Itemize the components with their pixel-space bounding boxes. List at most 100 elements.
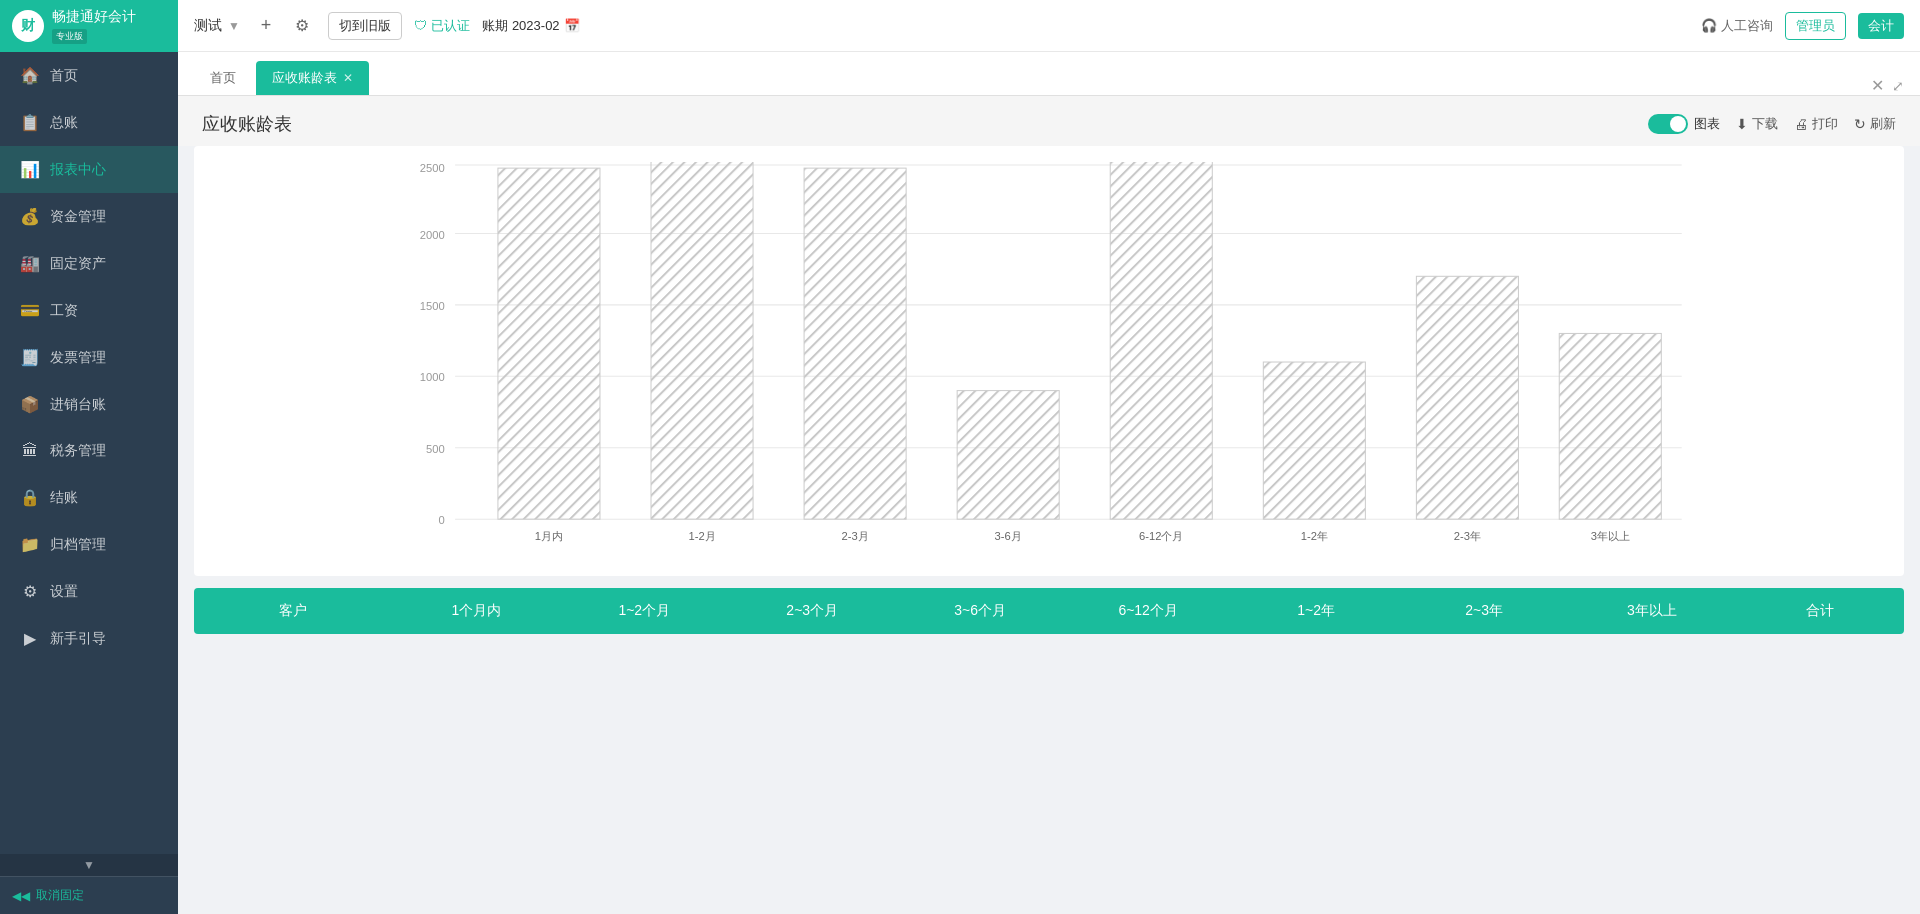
svg-text:2-3年: 2-3年 — [1454, 530, 1481, 542]
app-name: 畅捷通好会计 — [52, 8, 136, 25]
print-button[interactable]: 🖨 打印 — [1794, 115, 1838, 133]
tabbar: 首页 应收账龄表 ✕ ✕ ⤢ — [178, 52, 1920, 96]
download-icon: ⬇ — [1736, 116, 1748, 132]
tab-aging-label: 应收账龄表 — [272, 69, 337, 87]
sidebar-label-payroll: 工资 — [50, 302, 78, 320]
col-2-3months: 2~3个月 — [728, 588, 896, 634]
svg-rect-14 — [651, 162, 753, 519]
project-chevron-icon: ▼ — [228, 19, 240, 33]
sidebar-label-assets: 固定资产 — [50, 255, 106, 273]
svg-rect-22 — [1263, 362, 1365, 519]
sidebar-item-settings[interactable]: ⚙ 设置 — [0, 568, 178, 615]
archive-icon: 📁 — [20, 535, 40, 554]
calendar-icon[interactable]: 📅 — [564, 18, 580, 33]
tab-close-icon[interactable]: ✕ — [343, 71, 353, 85]
sidebar-label-guide: 新手引导 — [50, 630, 106, 648]
sidebar-label-invoices: 发票管理 — [50, 349, 106, 367]
verified-label: 已认证 — [431, 17, 470, 35]
svg-text:500: 500 — [426, 443, 445, 455]
sidebar-label-ledger: 总账 — [50, 114, 78, 132]
assets-icon: 🏭 — [20, 254, 40, 273]
chart-toggle[interactable] — [1648, 114, 1688, 134]
scroll-down-btn[interactable]: ▼ — [83, 858, 95, 872]
headset-icon: 🎧 — [1701, 18, 1717, 33]
sidebar-label-settings: 设置 — [50, 583, 78, 601]
topbar: 测试 ▼ + ⚙ 切到旧版 🛡 已认证 账期 2023-02 📅 🎧 人工咨询 … — [178, 0, 1920, 52]
period-value: 2023-02 — [512, 18, 560, 33]
sidebar-item-payroll[interactable]: 💳 工资 — [0, 287, 178, 334]
svg-rect-16 — [804, 168, 906, 519]
sidebar-label-tax: 税务管理 — [50, 442, 106, 460]
support-button[interactable]: 🎧 人工咨询 — [1701, 17, 1773, 35]
guide-icon: ▶ — [20, 629, 40, 648]
project-settings-button[interactable]: ⚙ — [288, 12, 316, 40]
svg-text:2500: 2500 — [420, 162, 445, 174]
close-all-tabs-button[interactable]: ✕ — [1871, 76, 1884, 95]
col-1month: 1个月内 — [392, 588, 560, 634]
pin-icon: ◀◀ — [12, 889, 30, 903]
sidebar-item-invoices[interactable]: 🧾 发票管理 — [0, 334, 178, 381]
logo-icon: 财 — [12, 10, 44, 42]
col-3plus-years: 3年以上 — [1568, 588, 1736, 634]
switch-old-version-button[interactable]: 切到旧版 — [328, 12, 402, 40]
sidebar-item-trade[interactable]: 📦 进销台账 — [0, 381, 178, 428]
chart-toggle-label: 图表 — [1694, 115, 1720, 133]
logo-text: 畅捷通好会计 专业版 — [52, 8, 136, 44]
col-2-3years: 2~3年 — [1400, 588, 1568, 634]
sidebar-item-tax[interactable]: 🏛 税务管理 — [0, 428, 178, 474]
sidebar-logo: 财 畅捷通好会计 专业版 — [0, 0, 178, 52]
sidebar-item-guide[interactable]: ▶ 新手引导 — [0, 615, 178, 662]
svg-rect-20 — [1110, 162, 1212, 519]
role-button[interactable]: 会计 — [1858, 13, 1904, 39]
sidebar-item-reports[interactable]: 📊 报表中心 — [0, 146, 178, 193]
svg-text:3年以上: 3年以上 — [1591, 530, 1630, 542]
tab-actions: ✕ ⤢ — [1871, 76, 1904, 95]
period-label: 账期 — [482, 17, 508, 35]
sidebar-label-reports: 报表中心 — [50, 161, 106, 179]
download-button[interactable]: ⬇ 下载 — [1736, 115, 1778, 133]
sidebar-item-close[interactable]: 🔒 结账 — [0, 474, 178, 521]
sidebar-item-funds[interactable]: 💰 资金管理 — [0, 193, 178, 240]
support-label: 人工咨询 — [1721, 17, 1773, 35]
cancel-fixed-label: 取消固定 — [36, 887, 84, 904]
svg-text:1000: 1000 — [420, 371, 445, 383]
project-name: 测试 — [194, 17, 222, 35]
page-title: 应收账龄表 — [202, 112, 292, 136]
expand-button[interactable]: ⤢ — [1892, 78, 1904, 94]
svg-text:1月内: 1月内 — [535, 530, 563, 542]
bar-chart: 0 500 1000 1500 2000 2500 1月内 — [210, 162, 1888, 560]
topbar-actions: + ⚙ — [252, 12, 316, 40]
sidebar-scroll-down[interactable]: ▼ — [0, 854, 178, 876]
tab-aging[interactable]: 应收账龄表 ✕ — [256, 61, 369, 95]
col-6-12months: 6~12个月 — [1064, 588, 1232, 634]
svg-rect-26 — [1559, 333, 1661, 519]
chart-toggle-container: 图表 — [1648, 114, 1720, 134]
cancel-fixed-btn[interactable]: ◀◀ 取消固定 — [0, 876, 178, 914]
col-1-2months: 1~2个月 — [560, 588, 728, 634]
col-customer: 客户 — [194, 588, 392, 634]
user-button[interactable]: 管理员 — [1785, 12, 1846, 40]
refresh-button[interactable]: ↻ 刷新 — [1854, 115, 1896, 133]
tab-home[interactable]: 首页 — [194, 61, 252, 95]
main-content: 测试 ▼ + ⚙ 切到旧版 🛡 已认证 账期 2023-02 📅 🎧 人工咨询 … — [178, 0, 1920, 914]
sidebar-item-ledger[interactable]: 📋 总账 — [0, 99, 178, 146]
col-total: 合计 — [1736, 588, 1904, 634]
sidebar-item-home[interactable]: 🏠 首页 — [0, 52, 178, 99]
sidebar-label-home: 首页 — [50, 67, 78, 85]
svg-rect-12 — [498, 168, 600, 519]
svg-text:1-2月: 1-2月 — [688, 530, 715, 542]
sidebar-label-funds: 资金管理 — [50, 208, 106, 226]
svg-text:3-6月: 3-6月 — [995, 530, 1022, 542]
add-project-button[interactable]: + — [252, 12, 280, 40]
sidebar-item-archive[interactable]: 📁 归档管理 — [0, 521, 178, 568]
project-selector[interactable]: 测试 ▼ — [194, 17, 240, 35]
reports-icon: 📊 — [20, 160, 40, 179]
svg-text:0: 0 — [439, 514, 445, 526]
aging-table: 客户 1个月内 1~2个月 2~3个月 3~6个月 6~12个月 1~2年 2~… — [194, 588, 1904, 634]
invoices-icon: 🧾 — [20, 348, 40, 367]
chart-container: 0 500 1000 1500 2000 2500 1月内 — [194, 146, 1904, 576]
chart-svg: 0 500 1000 1500 2000 2500 1月内 — [210, 162, 1888, 560]
content-area: 应收账龄表 图表 ⬇ 下载 🖨 打印 ↻ 刷新 — [178, 96, 1920, 914]
sidebar-item-assets[interactable]: 🏭 固定资产 — [0, 240, 178, 287]
svg-text:2-3月: 2-3月 — [841, 530, 868, 542]
